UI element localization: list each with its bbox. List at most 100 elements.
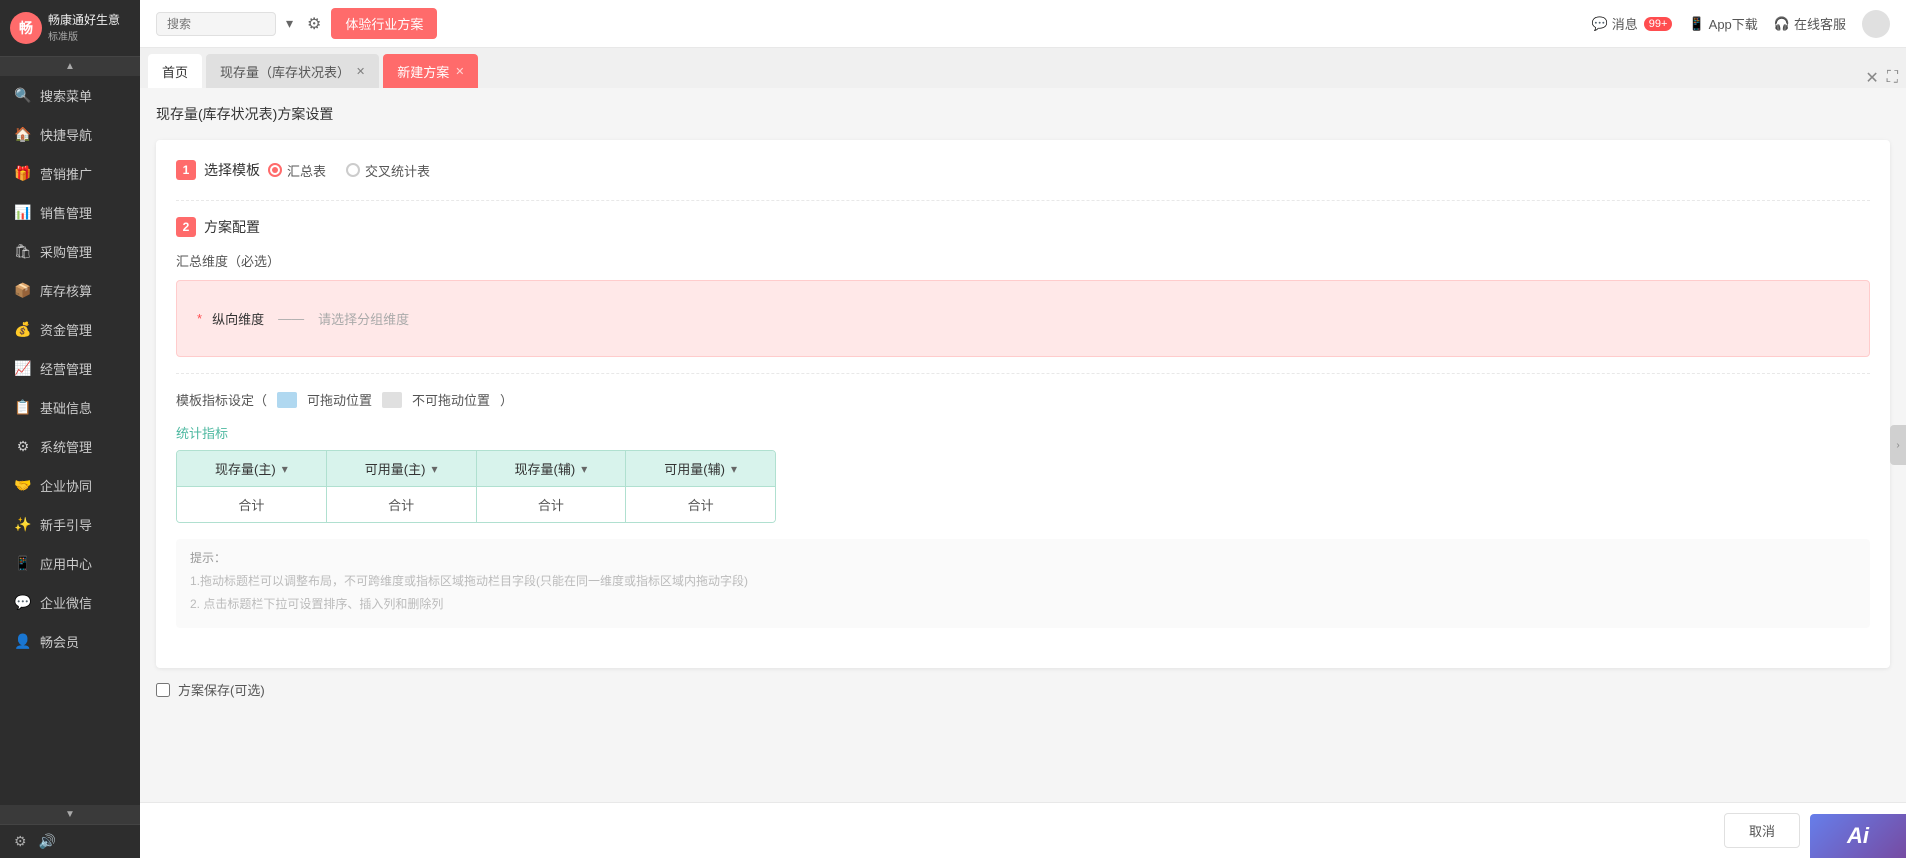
stats-col-0: 现存量(主) ▾ — [177, 451, 327, 487]
box-icon: 📦 — [14, 282, 32, 300]
sidebar-item-collab[interactable]: 🤝 企业协同 — [0, 466, 140, 505]
logo-text: 畅康通好生意 标准版 — [48, 13, 120, 44]
sidebar-item-search[interactable]: 🔍 搜索菜单 — [0, 76, 140, 115]
sidebar: 畅 畅康通好生意 标准版 ▲ 🔍 搜索菜单 🏠 快捷导航 🎁 营销推广 📊 销售… — [0, 0, 140, 858]
stats-table: 现存量(主) ▾ 可用量(主) ▾ 现存量(辅) — [176, 450, 776, 523]
sidebar-item-marketing[interactable]: 🎁 营销推广 — [0, 154, 140, 193]
tips-item-0: 1.拖动标题栏可以调整布局，不可跨维度或指标区域拖动栏目字段(只能在同一维度或指… — [190, 572, 1856, 591]
tab-inventory[interactable]: 现存量（库存状况表） ✕ — [206, 54, 379, 88]
step2-title: 方案配置 — [204, 217, 260, 237]
radio-summary[interactable]: 汇总表 — [268, 161, 326, 180]
tips-title: 提示： — [190, 549, 1856, 566]
stats-col-1: 可用量(主) ▾ — [327, 451, 477, 487]
wechat-icon: 💬 — [14, 594, 32, 612]
topbar-right: 💬 消息 99+ 📱 App下载 🎧 在线客服 — [1592, 10, 1890, 38]
content-area: 现存量(库存状况表)方案设置 1 选择模板 汇总表 交叉统计表 — [140, 88, 1906, 802]
sidebar-item-wechat[interactable]: 💬 企业微信 — [0, 583, 140, 622]
template-settings-label: 模板指标设定（ — [176, 390, 267, 409]
dimension-area[interactable]: * 纵向维度 —— 请选择分组维度 — [176, 280, 1870, 357]
footer: 取消 查询 — [140, 802, 1906, 858]
stats-col-header-3[interactable]: 可用量(辅) ▾ — [626, 451, 775, 487]
stats-col-header-1[interactable]: 可用量(主) ▾ — [327, 451, 476, 487]
sidebar-item-finance[interactable]: 💰 资金管理 — [0, 310, 140, 349]
audio-icon[interactable]: 🔊 — [39, 833, 56, 850]
col-dropdown-1[interactable]: ▾ — [431, 462, 437, 476]
info-icon: 📋 — [14, 399, 32, 417]
tab-close-all[interactable]: ✕ — [1865, 68, 1878, 88]
dropdown-button[interactable]: ▾ — [286, 15, 293, 32]
topbar-gear-icon[interactable]: ⚙ — [307, 14, 321, 34]
sidebar-item-basicinfo[interactable]: 📋 基础信息 — [0, 388, 140, 427]
stats-table-body: 合计 合计 合计 合计 — [177, 487, 775, 522]
app-icon: 📱 — [14, 555, 32, 573]
tab-expand[interactable]: ⛶ — [1887, 69, 1898, 87]
side-expand-btn[interactable]: › — [1890, 425, 1906, 465]
col-dropdown-0[interactable]: ▾ — [282, 462, 288, 476]
logo-icon: 畅 — [10, 12, 42, 44]
sidebar-item-system[interactable]: ⚙ 系统管理 — [0, 427, 140, 466]
radio-cross[interactable]: 交叉统计表 — [346, 161, 430, 180]
money-icon: 💰 — [14, 321, 32, 339]
radio-cross-circle — [346, 163, 360, 177]
sidebar-item-purchase[interactable]: 🛍 采购管理 — [0, 232, 140, 271]
sidebar-item-appstore[interactable]: 📱 应用中心 — [0, 544, 140, 583]
cancel-button[interactable]: 取消 — [1724, 813, 1800, 848]
col-dropdown-3[interactable]: ▾ — [731, 462, 737, 476]
stats-label: 统计指标 — [176, 423, 1870, 442]
online-service-item[interactable]: 🎧 在线客服 — [1774, 14, 1846, 33]
drag-position-indicator — [277, 392, 297, 408]
sidebar-item-sales[interactable]: 📊 销售管理 — [0, 193, 140, 232]
collab-icon: 🤝 — [14, 477, 32, 495]
stats-col-2: 现存量(辅) ▾ — [477, 451, 627, 487]
user-avatar[interactable] — [1862, 10, 1890, 38]
sidebar-scroll-up[interactable]: ▲ — [0, 57, 140, 76]
sidebar-item-guide[interactable]: ✨ 新手引导 — [0, 505, 140, 544]
tips-item-1: 2. 点击标题栏下拉可设置排序、插入列和删除列 — [190, 595, 1856, 614]
main-area: ▾ ⚙ 体验行业方案 💬 消息 99+ 📱 App下载 🎧 在线客服 首页 — [140, 0, 1906, 858]
tab-home[interactable]: 首页 — [148, 54, 202, 88]
sidebar-bottom: ⚙ 🔊 — [0, 824, 140, 858]
sidebar-item-members[interactable]: 👤 畅会员 — [0, 622, 140, 661]
guide-icon: ✨ — [14, 516, 32, 534]
message-badge: 99+ — [1644, 17, 1673, 31]
stats-col-header-2[interactable]: 现存量(辅) ▾ — [477, 451, 626, 487]
tab-new-plan-close[interactable]: ✕ — [455, 65, 464, 78]
message-icon: 💬 — [1592, 16, 1608, 32]
search-input[interactable] — [156, 12, 276, 36]
step2-header: 2 方案配置 — [176, 217, 1870, 237]
download-icon: 📱 — [1688, 16, 1704, 32]
save-section: 方案保存(可选) — [156, 668, 1890, 711]
stats-col-header-0[interactable]: 现存量(主) ▾ — [177, 451, 326, 487]
sidebar-scroll-down[interactable]: ▼ — [0, 805, 140, 824]
no-drag-position-indicator — [382, 392, 402, 408]
tabs-bar: 首页 现存量（库存状况表） ✕ 新建方案 ✕ ✕ ⛶ — [140, 48, 1906, 88]
operations-icon: 📈 — [14, 360, 32, 378]
tab-inventory-close[interactable]: ✕ — [356, 65, 365, 78]
message-item[interactable]: 💬 消息 99+ — [1592, 14, 1673, 33]
app-download-item[interactable]: 📱 App下载 — [1688, 14, 1757, 33]
stats-body-col-3: 合计 — [626, 487, 775, 522]
shopping-icon: 🛍 — [14, 243, 32, 261]
tab-new-plan[interactable]: 新建方案 ✕ — [383, 54, 478, 88]
stats-body-col-0: 合计 — [177, 487, 327, 522]
save-checkbox[interactable] — [156, 683, 170, 697]
dim-label: 纵向维度 — [212, 309, 264, 328]
ai-badge[interactable]: Ai — [1810, 814, 1906, 858]
stats-body-col-1: 合计 — [327, 487, 477, 522]
sidebar-item-inventory[interactable]: 📦 库存核算 — [0, 271, 140, 310]
template-radio-group: 汇总表 交叉统计表 — [268, 161, 430, 180]
stats-body-col-2: 合计 — [477, 487, 627, 522]
col-dropdown-2[interactable]: ▾ — [581, 462, 587, 476]
stats-cell-1: 合计 — [327, 487, 476, 522]
sidebar-item-nav[interactable]: 🏠 快捷导航 — [0, 115, 140, 154]
sidebar-item-operations[interactable]: 📈 经营管理 — [0, 349, 140, 388]
main-panel: 1 选择模板 汇总表 交叉统计表 — [156, 140, 1890, 668]
divider1 — [176, 200, 1870, 201]
industry-btn[interactable]: 体验行业方案 — [331, 8, 437, 39]
gear-icon: ⚙ — [14, 438, 32, 456]
search-icon: 🔍 — [14, 87, 32, 105]
settings-icon[interactable]: ⚙ — [14, 833, 27, 850]
step1-header: 1 选择模板 汇总表 交叉统计表 — [176, 160, 1870, 180]
gift-icon: 🎁 — [14, 165, 32, 183]
radio-summary-circle — [268, 163, 282, 177]
